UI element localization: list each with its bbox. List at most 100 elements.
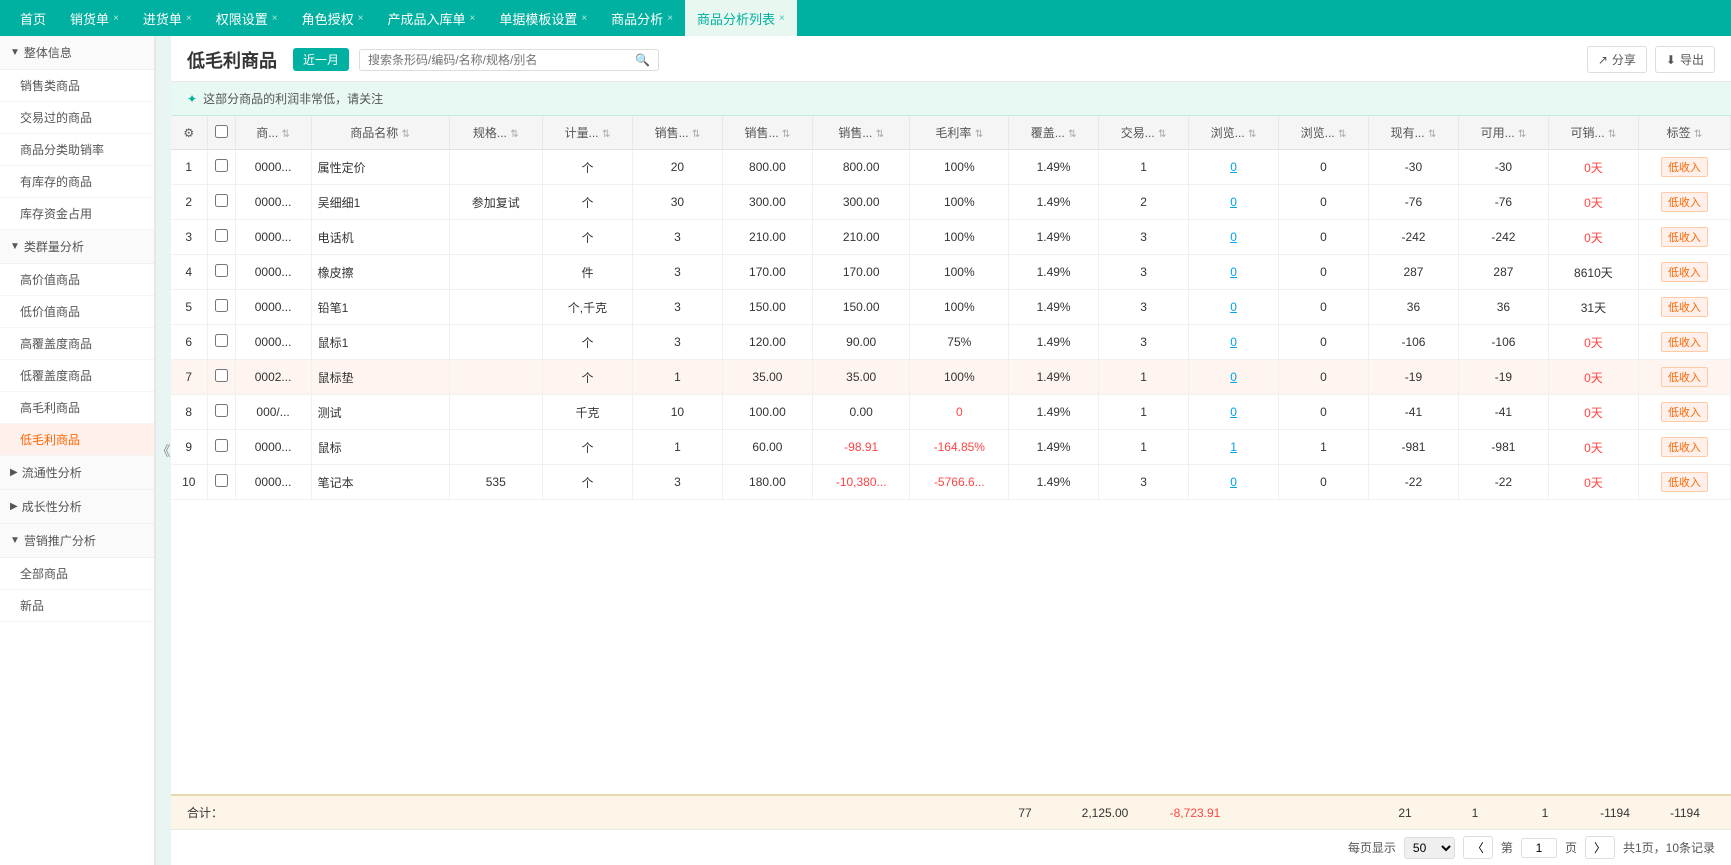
close-icon[interactable]: × — [358, 13, 364, 24]
time-filter-button[interactable]: 近一月 — [293, 48, 349, 71]
row-view1[interactable]: 0 — [1189, 395, 1279, 430]
row-checkbox[interactable] — [207, 185, 235, 220]
col-trade-count[interactable]: 交易... ⇅ — [1099, 116, 1189, 150]
sidebar-item-high-value[interactable]: 高价值商品 — [0, 264, 154, 296]
nav-purchase-order[interactable]: 进货单× — [131, 0, 204, 36]
sidebar-collapse-button[interactable]: 《 — [155, 36, 171, 865]
close-icon[interactable]: × — [469, 13, 475, 24]
sidebar-group-cluster[interactable]: ▼ 类群量分析 — [0, 230, 154, 264]
row-checkbox[interactable] — [207, 430, 235, 465]
select-all-checkbox[interactable] — [215, 125, 228, 138]
page-input[interactable] — [1521, 838, 1557, 858]
col-current[interactable]: 现有... ⇅ — [1368, 116, 1458, 150]
nav-product-analysis[interactable]: 商品分析× — [599, 0, 685, 36]
row-select-checkbox[interactable] — [215, 334, 228, 347]
row-spec — [449, 395, 542, 430]
sidebar-item-high-margin[interactable]: 高毛利商品 — [0, 392, 154, 424]
nav-product-inbound[interactable]: 产成品入库单× — [375, 0, 487, 36]
col-available[interactable]: 可用... ⇅ — [1458, 116, 1548, 150]
row-view1[interactable]: 0 — [1189, 290, 1279, 325]
row-select-checkbox[interactable] — [215, 299, 228, 312]
sidebar-item-low-coverage[interactable]: 低覆盖度商品 — [0, 360, 154, 392]
row-select-checkbox[interactable] — [215, 159, 228, 172]
col-sales-amount[interactable]: 销售... ⇅ — [722, 116, 812, 150]
share-button[interactable]: ↗ 分享 — [1587, 46, 1647, 73]
col-sales-qty[interactable]: 销售... ⇅ — [632, 116, 722, 150]
sidebar-item-category-rate[interactable]: 商品分类助销率 — [0, 134, 154, 166]
row-view1[interactable]: 1 — [1189, 430, 1279, 465]
export-button[interactable]: ⬇ 导出 — [1655, 46, 1715, 73]
next-page-button[interactable]: 〉 — [1585, 836, 1615, 859]
row-checkbox[interactable] — [207, 220, 235, 255]
row-checkbox[interactable] — [207, 255, 235, 290]
sidebar-item-low-value[interactable]: 低价值商品 — [0, 296, 154, 328]
sidebar-item-new-products[interactable]: 新品 — [0, 590, 154, 622]
sidebar-item-low-margin[interactable]: 低毛利商品 — [0, 424, 154, 456]
nav-template-settings[interactable]: 单据模板设置× — [487, 0, 599, 36]
row-select-checkbox[interactable] — [215, 229, 228, 242]
sidebar-group-marketing[interactable]: ▼ 营销推广分析 — [0, 524, 154, 558]
prev-page-button[interactable]: 〈 — [1463, 836, 1493, 859]
row-select-checkbox[interactable] — [215, 264, 228, 277]
col-settings[interactable]: ⚙ — [171, 116, 207, 150]
row-checkbox[interactable] — [207, 290, 235, 325]
row-sellable: 0天 — [1548, 150, 1638, 185]
row-view1[interactable]: 0 — [1189, 325, 1279, 360]
row-checkbox[interactable] — [207, 150, 235, 185]
row-select-checkbox[interactable] — [215, 439, 228, 452]
col-gross-margin[interactable]: 毛利率 ⇅ — [910, 116, 1009, 150]
row-view2: 0 — [1279, 325, 1369, 360]
close-icon[interactable]: × — [272, 13, 278, 24]
search-icon[interactable]: 🔍 — [635, 53, 650, 67]
row-view1[interactable]: 0 — [1189, 360, 1279, 395]
col-spec[interactable]: 规格... ⇅ — [449, 116, 542, 150]
row-checkbox[interactable] — [207, 360, 235, 395]
col-code[interactable]: 商... ⇅ — [235, 116, 311, 150]
sidebar-item-high-coverage[interactable]: 高覆盖度商品 — [0, 328, 154, 360]
nav-permission[interactable]: 权限设置× — [204, 0, 290, 36]
row-trade-count: 1 — [1099, 360, 1189, 395]
close-icon[interactable]: × — [581, 13, 587, 24]
row-view1[interactable]: 0 — [1189, 465, 1279, 500]
total-sales-profit: -8,723.91 — [1155, 806, 1235, 820]
row-select-checkbox[interactable] — [215, 404, 228, 417]
sidebar-group-overall[interactable]: ▼ 整体信息 — [0, 36, 154, 70]
row-select-checkbox[interactable] — [215, 194, 228, 207]
nav-role-auth[interactable]: 角色授权× — [290, 0, 376, 36]
row-view1[interactable]: 0 — [1189, 150, 1279, 185]
row-checkbox[interactable] — [207, 395, 235, 430]
sidebar-group-flow[interactable]: ▶ 流通性分析 — [0, 456, 154, 490]
col-unit[interactable]: 计量... ⇅ — [542, 116, 632, 150]
sidebar-group-growth[interactable]: ▶ 成长性分析 — [0, 490, 154, 524]
close-icon[interactable]: × — [779, 13, 785, 24]
sidebar-item-in-stock[interactable]: 有库存的商品 — [0, 166, 154, 198]
row-available: -981 — [1458, 430, 1548, 465]
sidebar-item-traded-products[interactable]: 交易过的商品 — [0, 102, 154, 134]
col-coverage[interactable]: 覆盖... ⇅ — [1009, 116, 1099, 150]
col-view2[interactable]: 浏览... ⇅ — [1279, 116, 1369, 150]
nav-product-analysis-list[interactable]: 商品分析列表× — [685, 0, 797, 36]
col-sellable[interactable]: 可销... ⇅ — [1548, 116, 1638, 150]
row-select-checkbox[interactable] — [215, 474, 228, 487]
close-icon[interactable]: × — [667, 13, 673, 24]
row-checkbox[interactable] — [207, 465, 235, 500]
col-view1[interactable]: 浏览... ⇅ — [1189, 116, 1279, 150]
col-sales-profit[interactable]: 销售... ⇅ — [812, 116, 910, 150]
nav-sales-order[interactable]: 销货单× — [58, 0, 131, 36]
search-input[interactable] — [368, 53, 635, 67]
col-tag[interactable]: 标签 ⇅ — [1638, 116, 1730, 150]
per-page-select[interactable]: 50 20 100 — [1404, 837, 1455, 859]
row-view1[interactable]: 0 — [1189, 255, 1279, 290]
row-checkbox[interactable] — [207, 325, 235, 360]
row-select-checkbox[interactable] — [215, 369, 228, 382]
close-icon[interactable]: × — [113, 13, 119, 24]
row-view1[interactable]: 0 — [1189, 220, 1279, 255]
close-icon[interactable]: × — [186, 13, 192, 24]
col-name[interactable]: 商品名称 ⇅ — [311, 116, 449, 150]
sidebar-item-stock-capital[interactable]: 库存资金占用 — [0, 198, 154, 230]
sidebar-item-sales-products[interactable]: 销售类商品 — [0, 70, 154, 102]
col-checkbox[interactable] — [207, 116, 235, 150]
row-view1[interactable]: 0 — [1189, 185, 1279, 220]
sidebar-item-all-products[interactable]: 全部商品 — [0, 558, 154, 590]
nav-home[interactable]: 首页 — [8, 0, 58, 36]
